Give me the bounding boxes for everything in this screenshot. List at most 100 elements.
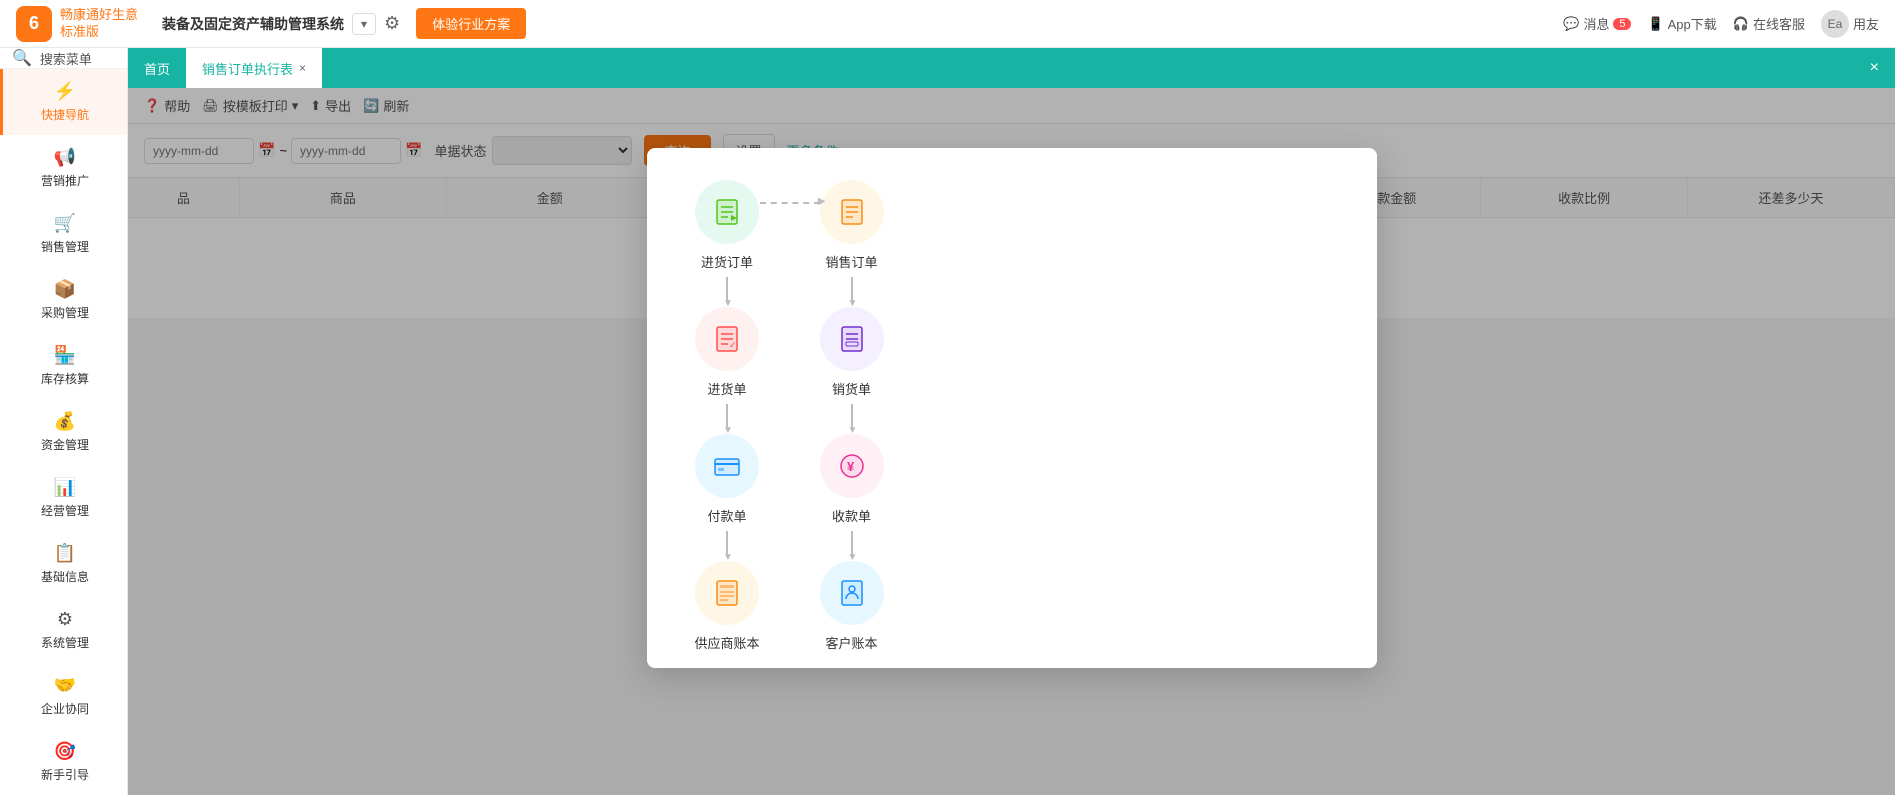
sidebar-icon-enterprise: 🤝 bbox=[54, 675, 76, 696]
logo-area: 6 畅康通好生意 标准版 bbox=[16, 6, 138, 42]
main-area: 🔍 搜索菜单 ⚡ 快捷导航 📢 营销推广 🛒销售管理 📦 采购管理 🏪库存核算 💰 资金管理 📊 经营… bbox=[0, 48, 1895, 795]
sidebar-item-enterprise[interactable]: 🤝 企业协同 bbox=[0, 663, 127, 729]
arrow-line-v3 bbox=[726, 531, 728, 555]
arrow-line-v1 bbox=[726, 277, 728, 301]
purchase-order-icon bbox=[695, 180, 759, 244]
sales-bill-label: 销货单 bbox=[832, 379, 871, 398]
tab-sales-order[interactable]: 销售订单执行表 × bbox=[186, 48, 322, 88]
modal-inner: 进货订单 ✓ bbox=[647, 148, 1377, 668]
sidebar-label-quick-nav: 快捷导航 bbox=[41, 106, 89, 123]
sidebar-icon-sales: 🛒 bbox=[54, 213, 76, 234]
top-bar-right: 💬 消息 5 📱 App下载 🎧 在线客服 Ea 用友 bbox=[1563, 10, 1879, 38]
modal: 进货订单 ✓ bbox=[647, 148, 1377, 668]
flow-diagram: 进货订单 ✓ bbox=[695, 180, 1329, 652]
search-icon: 🔍 bbox=[12, 48, 32, 68]
system-dropdown-btn[interactable]: ▾ bbox=[352, 13, 376, 35]
sidebar-icon-inventory: 🏪 bbox=[54, 345, 76, 366]
sidebar-icon-system: ⚙ bbox=[57, 609, 73, 630]
supplier-ledger-icon bbox=[695, 561, 759, 625]
sidebar-icon-purchase: 📦 bbox=[54, 279, 76, 300]
arrow-line-v-right2 bbox=[851, 404, 853, 428]
arrow-v-right3 bbox=[851, 525, 853, 561]
h-arrows-col: ▶ bbox=[760, 180, 820, 360]
sidebar-label-newbie: 新手引导 bbox=[41, 766, 89, 783]
sidebar-item-quick-nav[interactable]: ⚡ 快捷导航 bbox=[0, 69, 127, 135]
svg-text:¥: ¥ bbox=[847, 459, 855, 474]
supplier-ledger-node: 供应商账本 bbox=[695, 561, 760, 652]
sidebar-icon-quick-nav: ⚡ bbox=[54, 81, 76, 102]
payment-bill-node: 付款单 bbox=[695, 434, 759, 525]
purchase-order-node: 进货订单 bbox=[695, 180, 759, 271]
sidebar-item-basics[interactable]: 📋 基础信息 bbox=[0, 531, 127, 597]
sidebar-icon-basics: 📋 bbox=[54, 543, 76, 564]
sidebar-search-label: 搜索菜单 bbox=[40, 49, 92, 68]
sidebar-label-purchase: 采购管理 bbox=[41, 304, 89, 321]
logo-text: 畅康通好生意 标准版 bbox=[60, 7, 138, 41]
arrow-line-v-right3 bbox=[851, 531, 853, 555]
arrow-line-v-right: ▼ bbox=[851, 277, 853, 301]
sidebar-item-system[interactable]: ⚙ 系统管理 bbox=[0, 597, 127, 663]
arrow-line-v2 bbox=[726, 404, 728, 428]
purchase-bill-label: 进货单 bbox=[707, 379, 746, 398]
receipt-bill-node: ¥ 收款单 bbox=[820, 434, 884, 525]
sidebar-label-basics: 基础信息 bbox=[41, 568, 89, 585]
payment-bill-icon bbox=[695, 434, 759, 498]
modal-overlay[interactable]: 进货订单 ✓ bbox=[128, 88, 1895, 795]
sales-order-icon bbox=[820, 180, 884, 244]
tab-bar: 首页 销售订单执行表 × × bbox=[128, 48, 1895, 88]
svg-text:✓: ✓ bbox=[729, 340, 737, 350]
sidebar-label-system: 系统管理 bbox=[41, 634, 89, 651]
experience-btn[interactable]: 体验行业方案 bbox=[416, 8, 526, 39]
mid-row: ▼ bbox=[851, 271, 853, 307]
sidebar-item-operations[interactable]: 📊 经营管理 bbox=[0, 465, 127, 531]
customer-ledger-node: 客户账本 bbox=[820, 561, 884, 652]
sidebar-item-finance[interactable]: 💰 资金管理 bbox=[0, 399, 127, 465]
settings-btn[interactable]: ⚙ bbox=[384, 13, 400, 34]
tab-home[interactable]: 首页 bbox=[128, 48, 186, 88]
receipt-bill-label: 收款单 bbox=[832, 506, 871, 525]
user-area[interactable]: Ea 用友 bbox=[1821, 10, 1879, 38]
sidebar-icon-newbie: 🎯 bbox=[54, 741, 76, 762]
arrow-h-top-line: ▶ bbox=[760, 202, 820, 204]
sidebar-label-marketing: 营销推广 bbox=[41, 172, 89, 189]
sidebar-label-operations: 经营管理 bbox=[41, 502, 89, 519]
sidebar-icon-finance: 💰 bbox=[54, 411, 76, 432]
purchase-bill-icon: ✓ bbox=[695, 307, 759, 371]
arrow-v3 bbox=[726, 525, 728, 561]
sidebar-icon-operations: 📊 bbox=[54, 477, 76, 498]
sidebar-item-marketing[interactable]: 📢 营销推广 bbox=[0, 135, 127, 201]
purchase-order-label: 进货订单 bbox=[701, 252, 753, 271]
sidebar-item-purchase[interactable]: 📦 采购管理 bbox=[0, 267, 127, 333]
sales-bill-icon bbox=[820, 307, 884, 371]
right-col: 销售订单 ▼ bbox=[820, 180, 884, 652]
service-icon: 🎧 bbox=[1733, 16, 1749, 32]
tab-close-btn[interactable]: × bbox=[299, 61, 306, 75]
sidebar-icon-marketing: 📢 bbox=[54, 147, 76, 168]
arrow-h-top: ▶ bbox=[760, 202, 820, 360]
sidebar-items: ⚡ 快捷导航 📢 营销推广 🛒销售管理 📦 采购管理 🏪库存核算 💰 资金管理 📊 经营管理 📋 基础信息… bbox=[0, 69, 127, 795]
message-icon: 💬 bbox=[1563, 16, 1579, 32]
sidebar-search[interactable]: 🔍 搜索菜单 bbox=[0, 48, 127, 69]
user-avatar: Ea bbox=[1821, 10, 1849, 38]
sidebar-item-sales[interactable]: 🛒销售管理 bbox=[0, 201, 127, 267]
sidebar-label-enterprise: 企业协同 bbox=[41, 700, 89, 717]
logo-icon: 6 bbox=[16, 6, 52, 42]
tab-close-all-btn[interactable]: × bbox=[1854, 59, 1895, 77]
online-service-btn[interactable]: 🎧 在线客服 bbox=[1733, 14, 1805, 33]
sidebar-label-finance: 资金管理 bbox=[41, 436, 89, 453]
app-container: 6 畅康通好生意 标准版 装备及固定资产辅助管理系统 ▾ ⚙ 体验行业方案 💬 … bbox=[0, 0, 1895, 795]
sales-bill-node: 销货单 bbox=[820, 307, 884, 398]
message-badge: 5 bbox=[1613, 18, 1631, 30]
sidebar-item-inventory[interactable]: 🏪库存核算 bbox=[0, 333, 127, 399]
payment-bill-label: 付款单 bbox=[707, 506, 746, 525]
top-bar: 6 畅康通好生意 标准版 装备及固定资产辅助管理系统 ▾ ⚙ 体验行业方案 💬 … bbox=[0, 0, 1895, 48]
download-icon: 📱 bbox=[1647, 16, 1663, 32]
message-btn[interactable]: 💬 消息 5 bbox=[1563, 14, 1631, 33]
page-content: ❓ 帮助 🖨 按模板打印 ▾ ⬆ 导出 🔄 刷新 bbox=[128, 88, 1895, 795]
system-name: 装备及固定资产辅助管理系统 bbox=[162, 14, 344, 34]
app-download-btn[interactable]: 📱 App下载 bbox=[1647, 14, 1716, 33]
sidebar-item-newbie[interactable]: 🎯 新手引导 bbox=[0, 729, 127, 795]
customer-ledger-label: 客户账本 bbox=[826, 633, 878, 652]
sidebar: 🔍 搜索菜单 ⚡ 快捷导航 📢 营销推广 🛒销售管理 📦 采购管理 🏪库存核算 💰 资金管理 📊 经营… bbox=[0, 48, 128, 795]
receipt-bill-icon: ¥ bbox=[820, 434, 884, 498]
